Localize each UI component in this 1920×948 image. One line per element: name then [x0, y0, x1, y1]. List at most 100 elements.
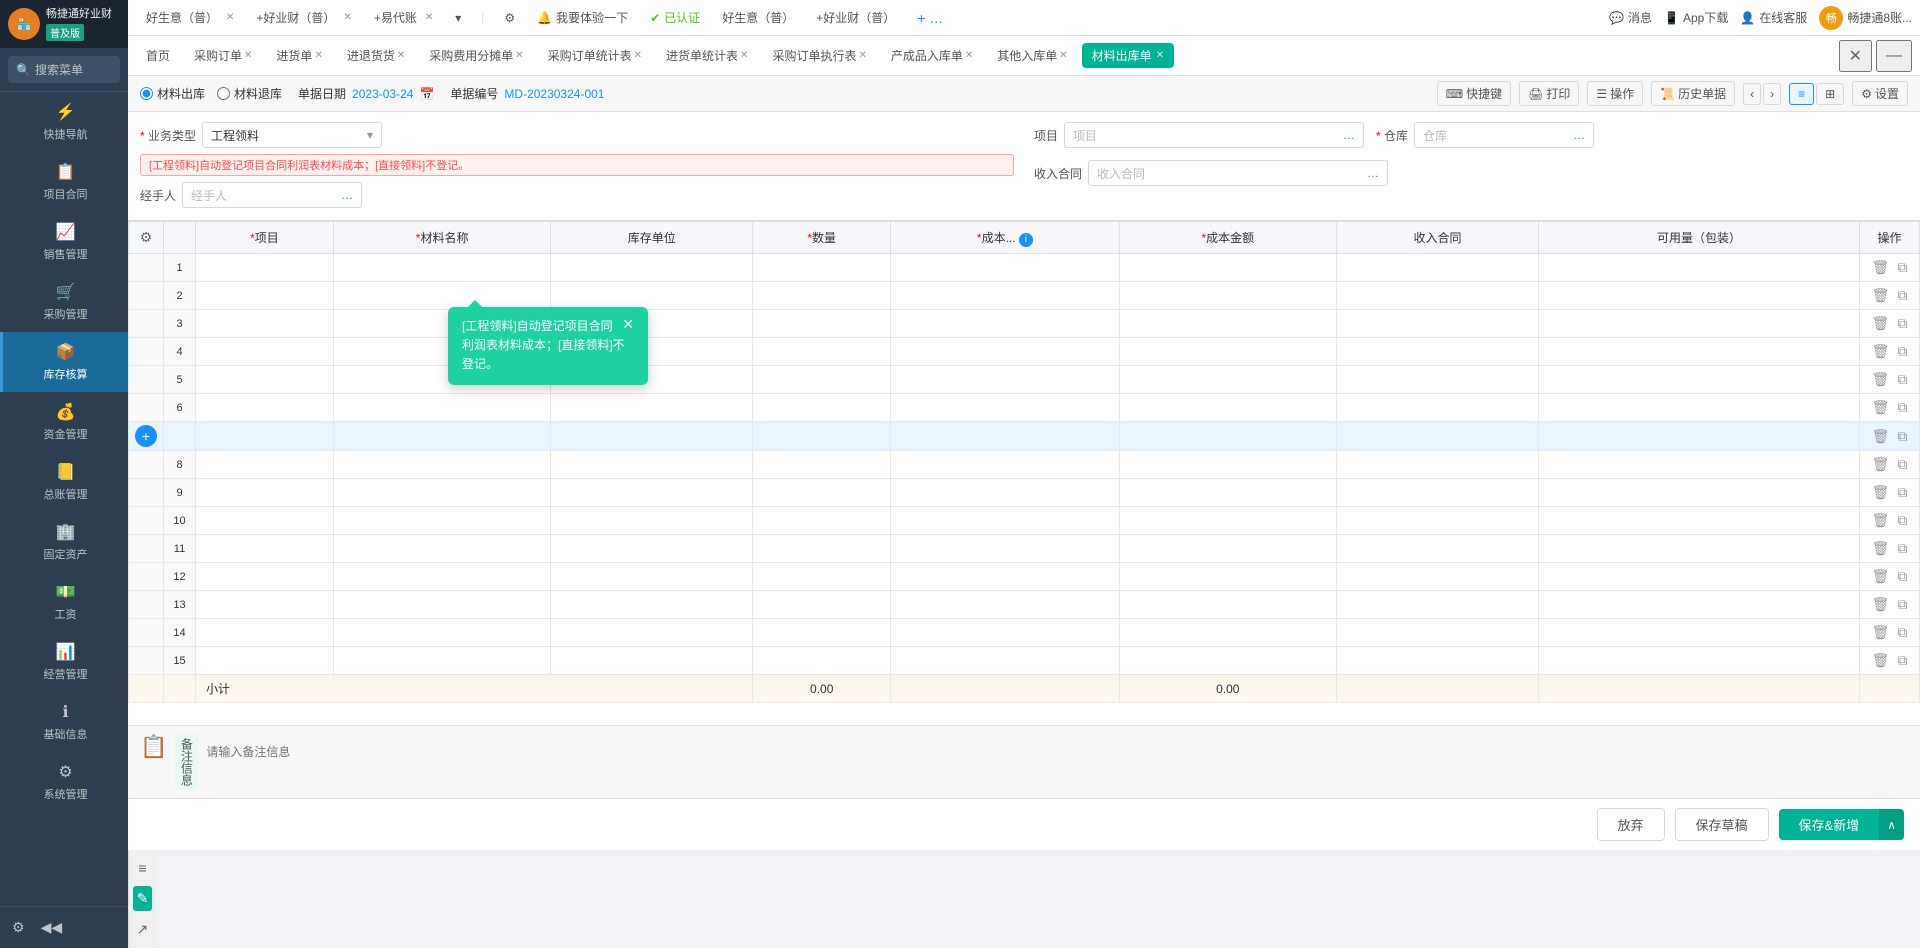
topbar-tab-yidaizhang[interactable]: +易代账 ✕	[364, 5, 443, 30]
radio-material-out-input[interactable]	[140, 87, 153, 100]
row-13-delete-button[interactable]: 🗑	[1870, 594, 1892, 615]
tab-cailiaochuku-close[interactable]: ✕	[1156, 50, 1164, 61]
topbar-tab-more-dropdown[interactable]: ▾	[445, 7, 471, 29]
col-settings[interactable]: ⚙	[129, 222, 164, 254]
row-1-income-contract[interactable]	[1337, 254, 1539, 282]
tab-jintui-close[interactable]: ✕	[397, 50, 405, 61]
tab-zhixing-close[interactable]: ✕	[858, 50, 866, 61]
topbar-tab-haoshengyi[interactable]: 好生意（普） ✕	[136, 5, 244, 30]
column-settings-button[interactable]: ⚙	[140, 229, 153, 246]
row-9-copy-button[interactable]: ⧉	[1895, 482, 1909, 503]
tab-feiyong[interactable]: 采购费用分摊单 ✕	[419, 43, 533, 68]
sidebar-item-gudingzichan[interactable]: 🏢 固定资产	[0, 512, 128, 572]
row-14-delete-button[interactable]: 🗑	[1870, 622, 1892, 643]
warehouse-dots-icon[interactable]: …	[1573, 128, 1585, 142]
tab-jinhuodan-close[interactable]: ✕	[314, 50, 322, 61]
income-contract-dots-icon[interactable]: …	[1367, 166, 1379, 180]
tab-zhixing[interactable]: 采购订单执行表 ✕	[762, 43, 876, 68]
row-12-delete-button[interactable]: 🗑	[1870, 566, 1892, 587]
sidebar-item-kucunhesuan[interactable]: 📦 库存核算	[0, 332, 128, 392]
cost-info-icon[interactable]: i	[1019, 233, 1033, 247]
row-1-project[interactable]	[196, 254, 334, 282]
sidebar-item-zongzhangguanli[interactable]: 📒 总账管理	[0, 452, 128, 512]
topbar-tab-certified[interactable]: ✔ 已认证	[640, 5, 710, 30]
user-avatar-button[interactable]: 畅 畅捷通8账...	[1819, 6, 1912, 30]
operations-button[interactable]: ☰ 操作	[1587, 81, 1643, 106]
radio-material-return[interactable]: 材料退库	[217, 85, 282, 102]
row-1-qty[interactable]	[753, 254, 891, 282]
topbar-tab-yidaizhang-close[interactable]: ✕	[425, 12, 433, 23]
tab-shouye[interactable]: 首页	[136, 43, 180, 68]
tab-qtinku-close[interactable]: ✕	[1059, 50, 1067, 61]
sidebar-item-zijinguanli[interactable]: 💰 资金管理	[0, 392, 128, 452]
row-6-copy-button[interactable]: ⧉	[1895, 397, 1909, 418]
row-5-delete-button[interactable]: 🗑	[1870, 369, 1892, 390]
row-13-copy-button[interactable]: ⧉	[1895, 594, 1909, 615]
row-4-copy-button[interactable]: ⧉	[1895, 341, 1909, 362]
income-contract-input[interactable]: 收入合同 …	[1088, 160, 1388, 186]
next-bill-button[interactable]: ›	[1763, 83, 1781, 105]
topbar-tab-haoshengyi-close[interactable]: ✕	[226, 12, 234, 23]
sidebar-item-kuaijiedaohang[interactable]: ⚡ 快捷导航	[0, 92, 128, 152]
project-dots-icon[interactable]: …	[1343, 128, 1355, 142]
row-1-copy-button[interactable]: ⧉	[1895, 257, 1909, 278]
tooltip-close-button[interactable]: ✕	[622, 317, 634, 331]
row-9-delete-button[interactable]: 🗑	[1870, 482, 1892, 503]
tab-cailiaochuku[interactable]: 材料出库单 ✕	[1082, 43, 1174, 68]
row-15-copy-button[interactable]: ⧉	[1895, 650, 1909, 671]
row-4-delete-button[interactable]: 🗑	[1870, 341, 1892, 362]
tab-qtinku[interactable]: 其他入库单 ✕	[987, 43, 1077, 68]
row-1-amount[interactable]	[1119, 254, 1336, 282]
row-2-amount[interactable]	[1119, 282, 1336, 310]
row-2-qty[interactable]	[753, 282, 891, 310]
topbar-tab-plus-label[interactable]: +好业财（普）	[806, 5, 905, 30]
add-row-button[interactable]: +	[135, 425, 157, 447]
right-panel-edit-button[interactable]: ✎	[133, 886, 153, 911]
row-8-delete-button[interactable]: 🗑	[1870, 454, 1892, 475]
tab-tongji-close[interactable]: ✕	[634, 50, 642, 61]
warehouse-input[interactable]: 仓库 …	[1414, 122, 1594, 148]
topbar-tab-experience[interactable]: 🔔 我要体验一下	[527, 5, 638, 30]
tab-jintui[interactable]: 进退货货 ✕	[337, 43, 415, 68]
sidebar-item-jingyingguanli[interactable]: 📊 经营管理	[0, 632, 128, 692]
topbar-tab-haoyecai-close[interactable]: ✕	[343, 12, 351, 23]
row-2-income-contract[interactable]	[1337, 282, 1539, 310]
row-11-delete-button[interactable]: 🗑	[1870, 538, 1892, 559]
settings-button[interactable]: ⚙ 设置	[1852, 81, 1908, 106]
tab-jinhuotongji[interactable]: 进货单统计表 ✕	[656, 43, 758, 68]
close-window-button[interactable]: ✕	[1839, 40, 1872, 72]
shortcut-keys-button[interactable]: ⌨ 快捷键	[1437, 81, 1511, 106]
sidebar-item-gongzi[interactable]: 💵 工资	[0, 572, 128, 632]
sidebar-item-xiangmuhetong[interactable]: 📋 项目合同	[0, 152, 128, 212]
discard-button[interactable]: 放弃	[1597, 808, 1665, 841]
history-bills-button[interactable]: 📜 历史单据	[1651, 81, 1735, 106]
handler-dots-icon[interactable]: …	[341, 188, 353, 202]
message-button[interactable]: 💬 消息	[1609, 9, 1652, 26]
row-11-copy-button[interactable]: ⧉	[1895, 538, 1909, 559]
row-5-copy-button[interactable]: ⧉	[1895, 369, 1909, 390]
sidebar-item-xiaoshouguanli[interactable]: 📈 销售管理	[0, 212, 128, 272]
save-new-dropdown-button[interactable]: ∧	[1879, 809, 1904, 840]
app-download-button[interactable]: 📱 App下载	[1664, 9, 1728, 26]
collapse-sidebar-button[interactable]: ◀◀	[37, 915, 67, 940]
handler-input[interactable]: 经手人 …	[182, 182, 362, 208]
tab-caigoudingdan-close[interactable]: ✕	[244, 50, 252, 61]
row-1-material[interactable]	[333, 254, 550, 282]
right-panel-link-button[interactable]: ↗	[133, 917, 153, 942]
row-3-delete-button[interactable]: 🗑	[1870, 313, 1892, 334]
row-2-material[interactable]	[333, 282, 550, 310]
row-10-copy-button[interactable]: ⧉	[1895, 510, 1909, 531]
row-2-cost[interactable]	[891, 282, 1119, 310]
topbar-tab-more-btn[interactable]: + …	[907, 6, 953, 30]
tab-chengpin[interactable]: 产成品入库单 ✕	[881, 43, 983, 68]
topbar-tab-haoyecai[interactable]: +好业财（普） ✕	[246, 5, 361, 30]
print-button[interactable]: 🖨 打印	[1519, 81, 1579, 106]
row-6-delete-button[interactable]: 🗑	[1870, 397, 1892, 418]
tab-tongji[interactable]: 采购订单统计表 ✕	[538, 43, 652, 68]
sidebar-item-xitongguanli[interactable]: ⚙ 系统管理	[0, 752, 128, 812]
tab-chengpin-close[interactable]: ✕	[965, 50, 973, 61]
prev-bill-button[interactable]: ‹	[1743, 83, 1761, 105]
online-service-button[interactable]: 👤 在线客服	[1740, 9, 1807, 26]
notes-input[interactable]	[206, 734, 1908, 770]
row-1-delete-button[interactable]: 🗑	[1870, 257, 1892, 278]
